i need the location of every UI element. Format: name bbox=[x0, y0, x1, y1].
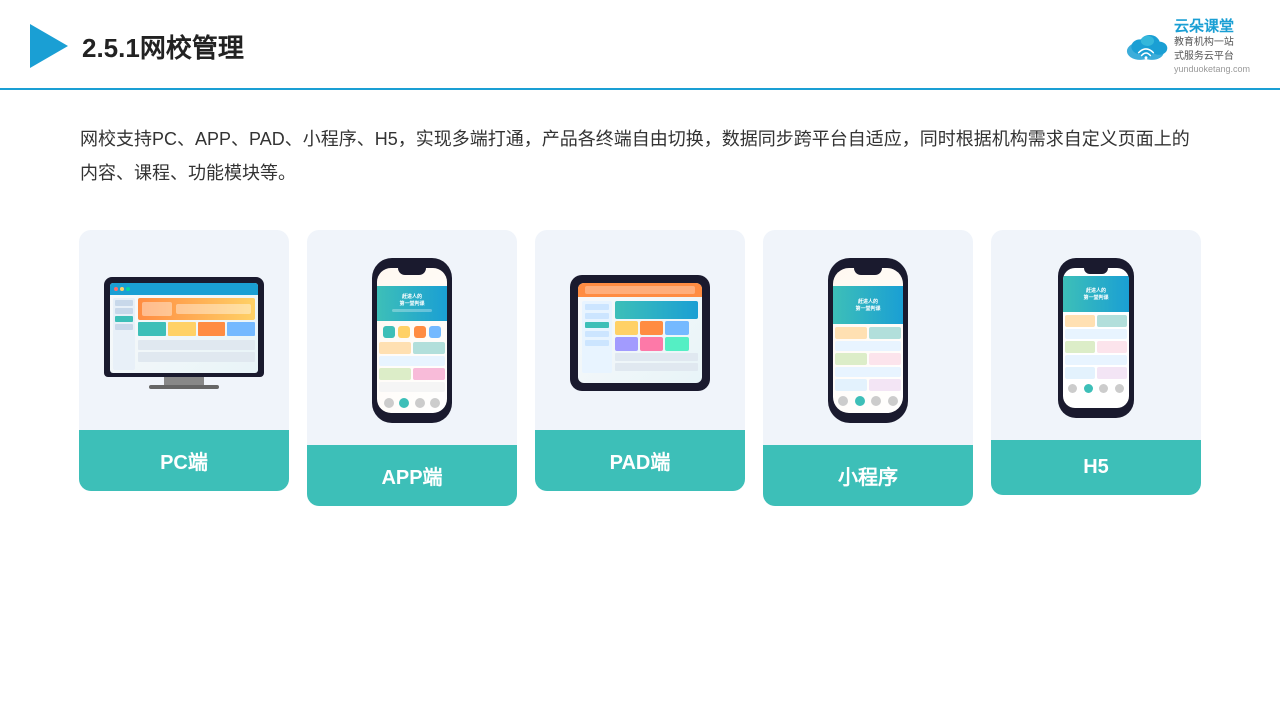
header-left: 2.5.1网校管理 bbox=[30, 24, 244, 68]
phone-mockup-h5: 赶进人的第一堂判课 bbox=[1058, 258, 1134, 418]
page-title: 2.5.1网校管理 bbox=[82, 28, 244, 65]
card-app: 赶进人的第一堂判课 bbox=[307, 230, 517, 506]
card-pad: PAD端 bbox=[535, 230, 745, 491]
card-miniapp-label: 小程序 bbox=[763, 445, 973, 506]
brand-text: 云朵课堂 教育机构一站式服务云平台 yunduoketang.com bbox=[1174, 18, 1250, 74]
brand-url: yunduoketang.com bbox=[1174, 64, 1250, 74]
phone-mockup-app: 赶进人的第一堂判课 bbox=[372, 258, 452, 423]
tablet-mockup bbox=[570, 275, 710, 391]
page-header: 2.5.1网校管理 bbox=[0, 0, 1280, 90]
card-miniapp-image: 赶进人的第一堂判课 bbox=[763, 230, 973, 445]
card-pc-image bbox=[79, 230, 289, 430]
card-pad-image bbox=[535, 230, 745, 430]
cards-container: PC端 赶进人的第一堂判课 bbox=[0, 200, 1280, 506]
brand-name: 云朵课堂 bbox=[1174, 18, 1234, 36]
phone-mockup-miniapp: 赶进人的第一堂判课 bbox=[828, 258, 908, 423]
brand-logo: 云朵课堂 教育机构一站式服务云平台 yunduoketang.com bbox=[1124, 18, 1250, 74]
description-text: 网校支持PC、APP、PAD、小程序、H5，实现多端打通，产品各终端自由切换，数… bbox=[0, 90, 1280, 200]
card-pad-label: PAD端 bbox=[535, 430, 745, 491]
brand-tagline: 教育机构一站式服务云平台 bbox=[1174, 36, 1234, 64]
card-h5: 赶进人的第一堂判课 bbox=[991, 230, 1201, 495]
card-app-label: APP端 bbox=[307, 445, 517, 506]
card-h5-image: 赶进人的第一堂判课 bbox=[991, 230, 1201, 440]
header-right: 云朵课堂 教育机构一站式服务云平台 yunduoketang.com bbox=[1124, 18, 1250, 74]
card-h5-label: H5 bbox=[991, 440, 1201, 495]
card-miniapp: 赶进人的第一堂判课 bbox=[763, 230, 973, 506]
card-app-image: 赶进人的第一堂判课 bbox=[307, 230, 517, 445]
cloud-icon bbox=[1124, 30, 1168, 62]
card-pc: PC端 bbox=[79, 230, 289, 491]
card-pc-label: PC端 bbox=[79, 430, 289, 491]
logo-triangle-icon bbox=[30, 24, 68, 68]
pc-mockup bbox=[104, 277, 264, 389]
